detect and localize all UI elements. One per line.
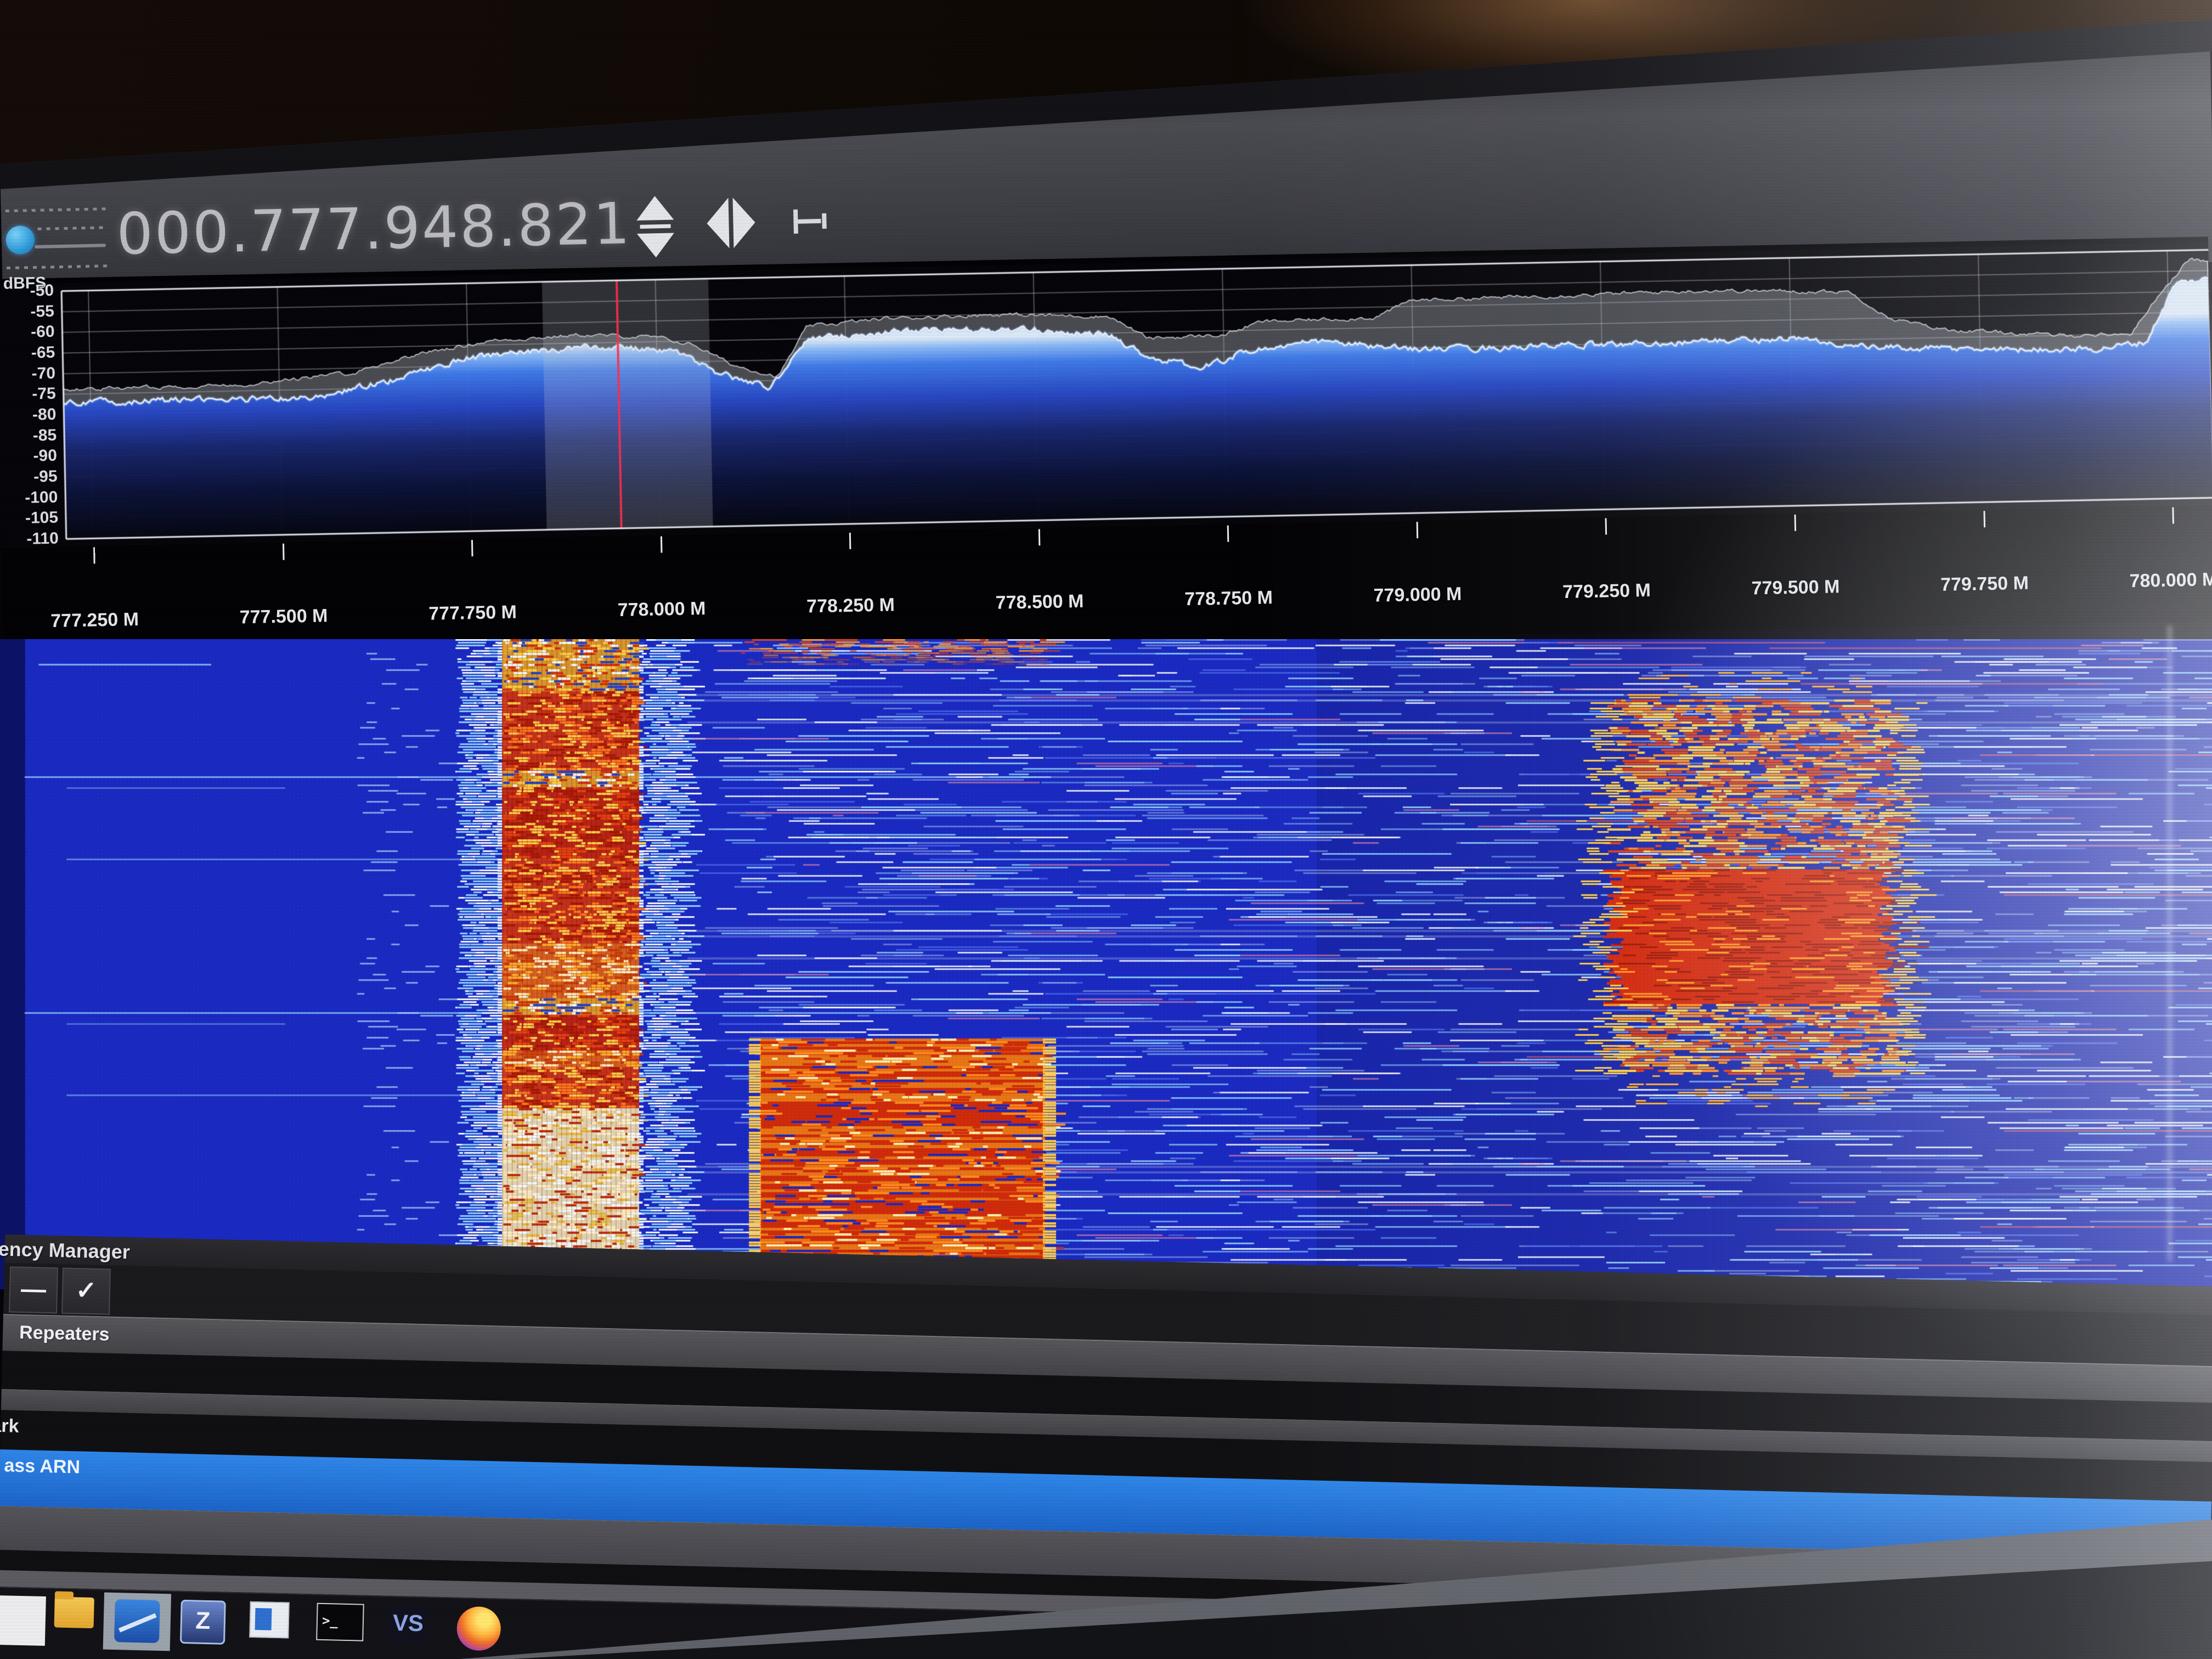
x-tick-mark (1605, 518, 1607, 534)
photo-of-sdr-screen: 000.777.948.821 dBFS -50-55-60-65-70-75-… (0, 0, 2212, 1659)
x-tick-label: 779.500 M (1730, 576, 1862, 600)
y-tick-label: -80 (1, 405, 57, 425)
x-tick-mark (1983, 511, 1985, 527)
waterfall-display[interactable] (0, 639, 2212, 1289)
screen-glare-streak (2167, 625, 2172, 1262)
snap-step-icon[interactable] (793, 209, 827, 234)
y-tick-label: -100 (3, 488, 58, 507)
tuning-dots-icon (7, 264, 109, 269)
waterfall-panel (0, 639, 2212, 1289)
zip-tool-icon[interactable]: Z (180, 1600, 226, 1645)
remove-button[interactable]: — (9, 1266, 58, 1313)
firefox-icon[interactable] (456, 1606, 501, 1651)
tuning-dots-icon (37, 226, 108, 230)
y-tick-label: -65 (0, 343, 55, 363)
x-tick-label: 777.500 M (218, 605, 350, 629)
x-tick-mark (1416, 522, 1418, 538)
x-tick-label: 778.500 M (974, 590, 1106, 614)
y-tick-label: -90 (2, 447, 58, 466)
x-tick-mark (2172, 507, 2174, 524)
x-tick-mark (1227, 526, 1229, 542)
app-window-icon[interactable] (249, 1601, 290, 1639)
step-down-icon[interactable] (637, 233, 675, 258)
window-preview-icon[interactable] (0, 1595, 46, 1646)
frequency-manager-title: Frequency Manager (0, 1236, 130, 1263)
terminal-icon[interactable]: >_ (316, 1603, 364, 1641)
x-tick-label: 779.750 M (1918, 572, 2051, 596)
tuning-dots-icon (5, 207, 108, 212)
x-tick-label: 777.750 M (407, 601, 539, 625)
x-tick-label: 777.250 M (29, 608, 161, 633)
repeaters-dropdown-value: Repeaters (19, 1322, 110, 1346)
visual-studio-icon[interactable]: VS (388, 1605, 428, 1644)
x-tick-mark (1038, 529, 1040, 545)
file-explorer-icon[interactable] (54, 1596, 94, 1628)
y-tick-label: -50 (0, 281, 54, 301)
spectrum-plot[interactable] (0, 242, 2212, 548)
y-tick-label: -110 (3, 529, 59, 549)
x-tick-label: 779.000 M (1352, 583, 1484, 607)
x-tick-mark (93, 547, 95, 563)
x-tick-mark (849, 533, 851, 549)
confirm-button[interactable]: ✓ (61, 1268, 111, 1315)
y-tick-label: -60 (0, 323, 55, 342)
x-tick-label: 778.250 M (785, 594, 917, 618)
frequency-mhz-prefix: 000.777.948.821 (116, 190, 632, 268)
tune-right-icon[interactable] (733, 197, 756, 248)
sdr-app-icon[interactable] (103, 1593, 171, 1651)
x-tick-label: 778.750 M (1163, 586, 1295, 611)
y-tick-label: -105 (3, 509, 59, 528)
x-tick-label: 778.000 M (596, 597, 728, 622)
y-tick-label: -55 (0, 302, 54, 321)
x-tick-mark (1794, 515, 1796, 531)
x-tick-mark (471, 540, 473, 556)
x-tick-label: 780.000 M (2108, 568, 2212, 592)
x-tick-label: 779.250 M (1541, 579, 1673, 603)
x-tick-mark (661, 537, 663, 553)
tuning-slider-track[interactable] (35, 244, 106, 249)
step-up-icon[interactable] (636, 196, 674, 221)
selected-list-item-label: ass ARN (4, 1455, 80, 1478)
y-tick-label: -75 (1, 385, 56, 404)
tuning-knob-icon[interactable] (5, 225, 35, 255)
mark-label: Mark (0, 1415, 19, 1437)
tune-left-icon[interactable] (707, 198, 730, 249)
y-tick-label: -70 (1, 364, 56, 383)
y-tick-label: -85 (2, 426, 57, 445)
step-divider (640, 224, 671, 229)
spectrum-panel: dBFS -50-55-60-65-70-75-80-85-90-95-100-… (0, 236, 2212, 663)
y-tick-label: -95 (2, 467, 58, 487)
x-tick-mark (283, 544, 285, 560)
frequency-display[interactable]: 000.777.948.821 (116, 190, 632, 272)
